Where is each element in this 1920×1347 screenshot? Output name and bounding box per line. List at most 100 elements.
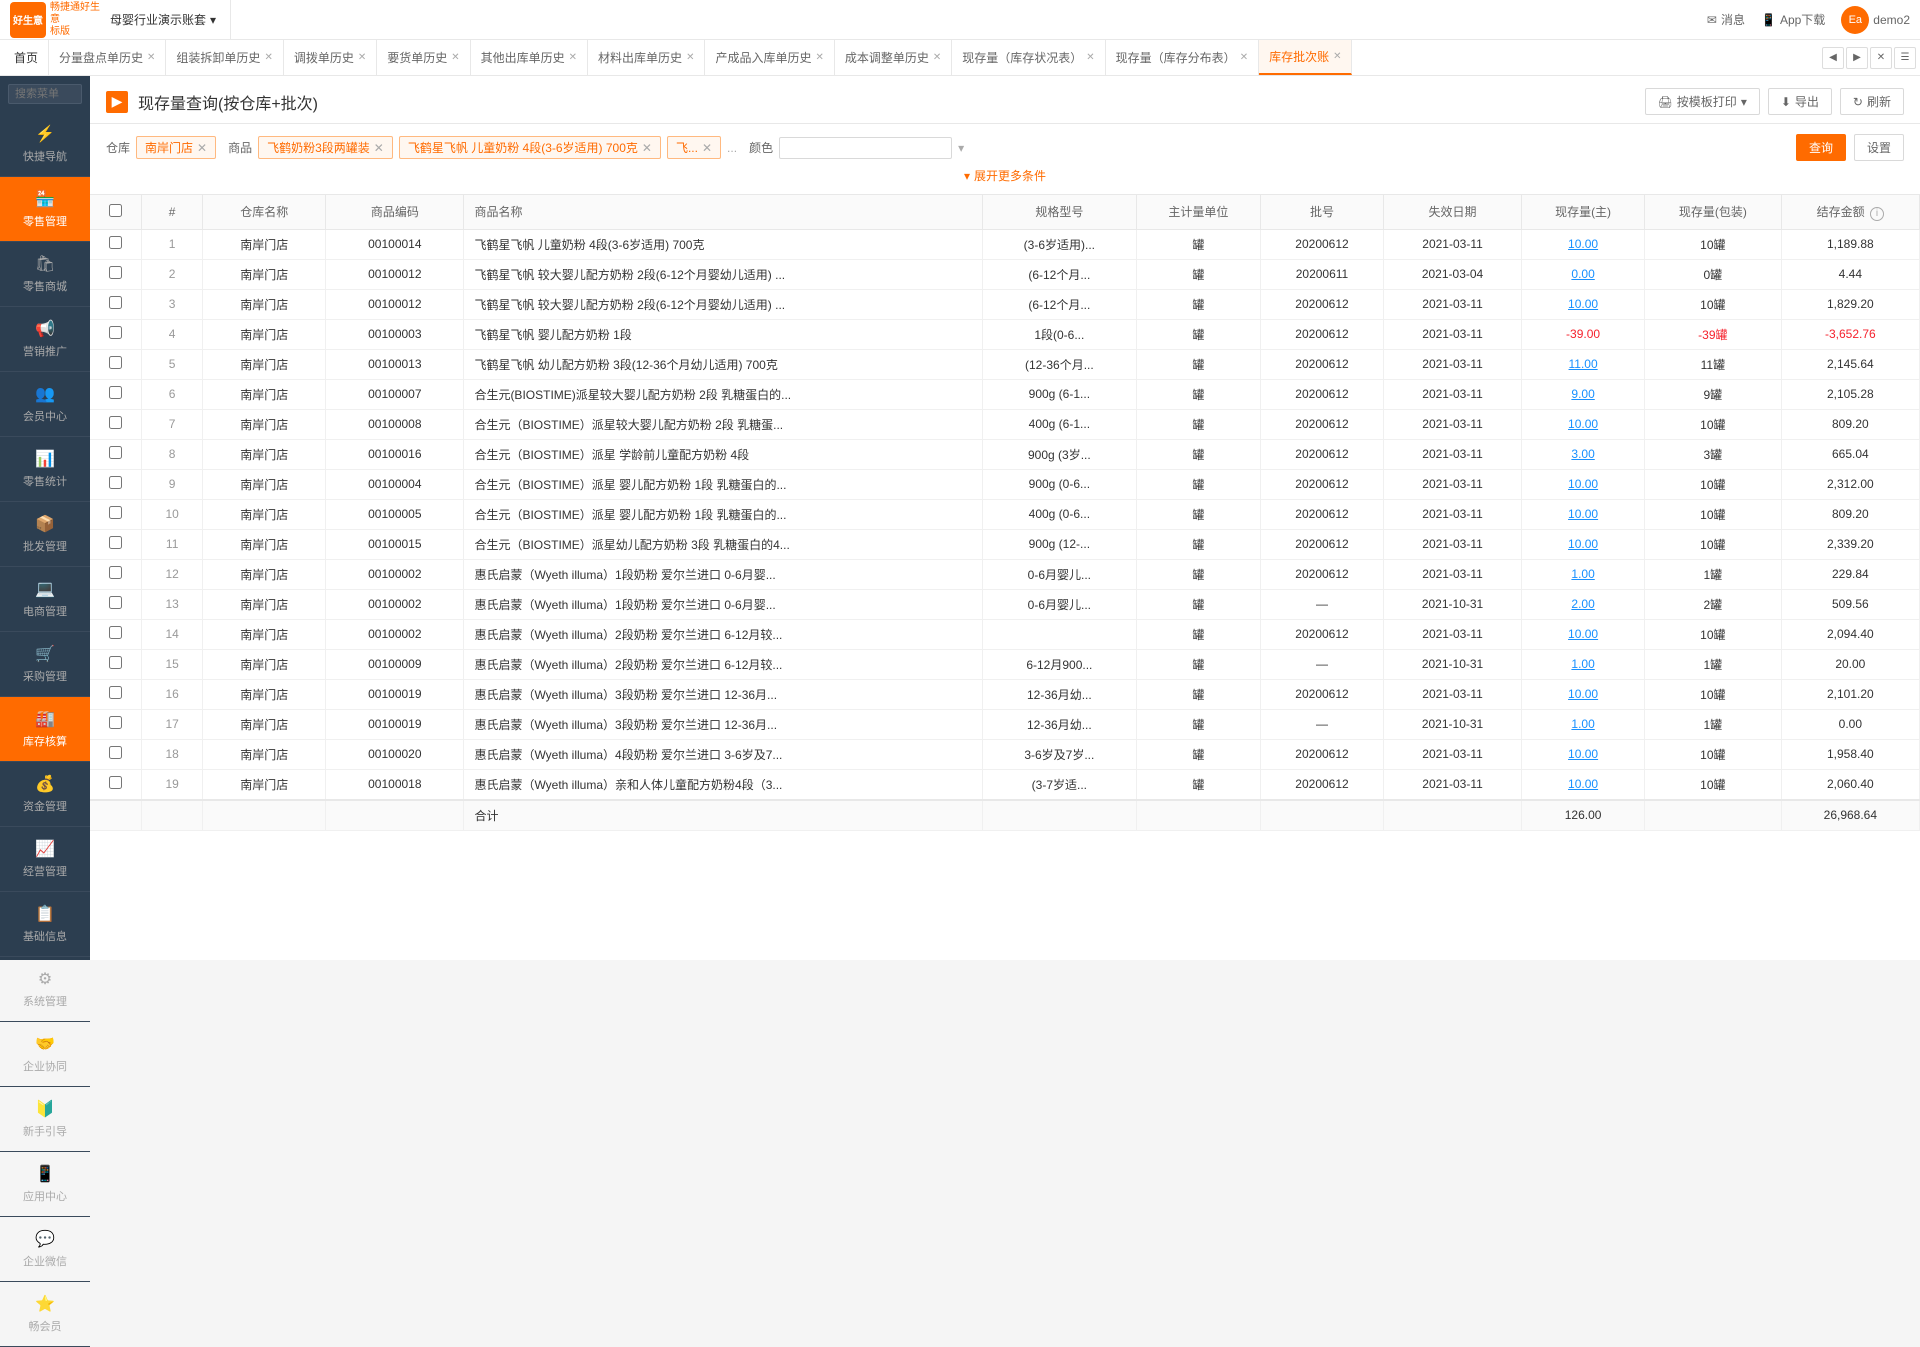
product-tag3-close[interactable]: ✕ xyxy=(702,141,712,155)
tab-close-all-btn[interactable]: ✕ xyxy=(1870,47,1892,69)
tab-other-out[interactable]: 其他出库单历史 ✕ xyxy=(471,40,588,75)
row-select-checkbox[interactable] xyxy=(109,296,122,309)
row-stock1[interactable]: 1.00 xyxy=(1522,559,1645,589)
product-filter-dots[interactable]: ... xyxy=(727,141,737,155)
row-stock1[interactable]: 10.00 xyxy=(1522,499,1645,529)
tab-disassemble[interactable]: 组装拆卸单历史 ✕ xyxy=(166,40,283,75)
tab-material-out[interactable]: 材料出库单历史 ✕ xyxy=(588,40,705,75)
sidebar-item-enterprise[interactable]: 🤝 企业协同 xyxy=(0,1022,90,1087)
tab-close-icon[interactable]: ✕ xyxy=(815,52,823,63)
row-select-checkbox[interactable] xyxy=(109,656,122,669)
row-stock1[interactable]: -39.00 xyxy=(1522,319,1645,349)
export-btn[interactable]: ⬇ 导出 xyxy=(1768,88,1832,115)
tab-close-icon[interactable]: ✕ xyxy=(1333,51,1341,62)
tab-close-icon[interactable]: ✕ xyxy=(686,52,694,63)
row-stock1[interactable]: 10.00 xyxy=(1522,739,1645,769)
query-btn[interactable]: 查询 xyxy=(1796,134,1846,161)
warehouse-tag[interactable]: 南岸门店 ✕ xyxy=(136,136,216,159)
tab-close-icon[interactable]: ✕ xyxy=(1240,52,1248,63)
tab-close-icon[interactable]: ✕ xyxy=(569,52,577,63)
row-stock1[interactable]: 9.00 xyxy=(1522,379,1645,409)
print-btn[interactable]: 🖨 按模板打印 ▾ xyxy=(1645,88,1760,115)
sidebar-item-marketing[interactable]: 📢 营销推广 xyxy=(0,307,90,372)
tab-cost-adjust[interactable]: 成本调整单历史 ✕ xyxy=(835,40,952,75)
product-tag1-close[interactable]: ✕ xyxy=(374,141,384,155)
org-selector[interactable]: 母婴行业演示账套 ▾ xyxy=(100,0,231,39)
row-select-checkbox[interactable] xyxy=(109,446,122,459)
expand-filter-btn[interactable]: ▶ xyxy=(106,91,128,113)
tab-close-icon[interactable]: ✕ xyxy=(1086,52,1094,63)
row-stock1[interactable]: 0.00 xyxy=(1522,259,1645,289)
tab-transfer[interactable]: 调拨单历史 ✕ xyxy=(284,40,377,75)
tab-home[interactable]: 首页 xyxy=(4,40,49,75)
product-tag-3[interactable]: 飞... ✕ xyxy=(667,136,721,159)
filter-expand-btn[interactable]: ▾ 展开更多条件 xyxy=(106,167,1904,184)
row-stock1[interactable]: 10.00 xyxy=(1522,289,1645,319)
row-stock1[interactable]: 10.00 xyxy=(1522,679,1645,709)
sidebar-item-inventory[interactable]: 🏭 库存核算 xyxy=(0,697,90,762)
row-select-checkbox[interactable] xyxy=(109,596,122,609)
row-stock1[interactable]: 10.00 xyxy=(1522,529,1645,559)
tab-close-icon[interactable]: ✕ xyxy=(451,52,459,63)
tab-batch-voucher[interactable]: 库存批次账 ✕ xyxy=(1259,40,1352,75)
refresh-btn[interactable]: ↻ 刷新 xyxy=(1840,88,1904,115)
row-stock1[interactable]: 10.00 xyxy=(1522,409,1645,439)
row-select-checkbox[interactable] xyxy=(109,746,122,759)
sidebar-item-finance[interactable]: 💰 资金管理 xyxy=(0,762,90,827)
product-tag-1[interactable]: 飞鹤奶粉3段两罐装 ✕ xyxy=(258,136,393,159)
tab-request[interactable]: 要货单历史 ✕ xyxy=(377,40,470,75)
product-tag-2[interactable]: 飞鹤星飞帆 儿童奶粉 4段(3-6岁适用) 700克 ✕ xyxy=(399,136,661,159)
row-select-checkbox[interactable] xyxy=(109,776,122,789)
user-menu[interactable]: Ea demo2 xyxy=(1841,6,1910,34)
row-select-checkbox[interactable] xyxy=(109,686,122,699)
row-stock1[interactable]: 10.00 xyxy=(1522,229,1645,259)
sidebar-item-apps[interactable]: 📱 应用中心 xyxy=(0,1152,90,1217)
row-stock1[interactable]: 2.00 xyxy=(1522,589,1645,619)
sidebar-item-basic[interactable]: 📋 基础信息 xyxy=(0,892,90,957)
row-stock1[interactable]: 11.00 xyxy=(1522,349,1645,379)
sidebar-item-wholesale[interactable]: 📦 批发管理 xyxy=(0,502,90,567)
tab-prev-btn[interactable]: ◀ xyxy=(1822,47,1844,69)
sidebar-item-ecommerce[interactable]: 💻 电商管理 xyxy=(0,567,90,632)
product-tag2-close[interactable]: ✕ xyxy=(642,141,652,155)
row-select-checkbox[interactable] xyxy=(109,536,122,549)
row-stock1[interactable]: 10.00 xyxy=(1522,769,1645,800)
search-input[interactable] xyxy=(8,84,82,104)
setting-btn[interactable]: 设置 xyxy=(1854,134,1904,161)
sidebar-item-vip[interactable]: ⭐ 畅会员 xyxy=(0,1282,90,1347)
row-stock1[interactable]: 1.00 xyxy=(1522,649,1645,679)
row-select-checkbox[interactable] xyxy=(109,716,122,729)
row-select-checkbox[interactable] xyxy=(109,416,122,429)
row-select-checkbox[interactable] xyxy=(109,566,122,579)
tab-close-icon[interactable]: ✕ xyxy=(933,52,941,63)
tab-product-in[interactable]: 产成品入库单历史 ✕ xyxy=(705,40,834,75)
sidebar-item-system[interactable]: ⚙ 系统管理 xyxy=(0,957,90,1022)
tab-close-icon[interactable]: ✕ xyxy=(264,52,272,63)
sidebar-item-retail-stats[interactable]: 📊 零售统计 xyxy=(0,437,90,502)
balance-info-icon[interactable]: i xyxy=(1870,207,1884,221)
row-stock1[interactable]: 10.00 xyxy=(1522,619,1645,649)
messages-btn[interactable]: ✉ 消息 xyxy=(1707,11,1745,28)
tab-split-inventory[interactable]: 分量盘点单历史 ✕ xyxy=(49,40,166,75)
sidebar-item-corp-wechat[interactable]: 💬 企业微信 xyxy=(0,1217,90,1282)
color-filter-input[interactable] xyxy=(779,137,952,159)
sidebar-item-member[interactable]: 👥 会员中心 xyxy=(0,372,90,437)
row-stock1[interactable]: 1.00 xyxy=(1522,709,1645,739)
sidebar-item-shortcut[interactable]: ⚡ 快捷导航 xyxy=(0,112,90,177)
tab-stock-dist[interactable]: 现存量（库存分布表） ✕ xyxy=(1106,40,1259,75)
tab-close-icon[interactable]: ✕ xyxy=(358,52,366,63)
row-select-checkbox[interactable] xyxy=(109,476,122,489)
tab-close-icon[interactable]: ✕ xyxy=(147,52,155,63)
tab-menu-btn[interactable]: ☰ xyxy=(1894,47,1916,69)
row-select-checkbox[interactable] xyxy=(109,506,122,519)
row-select-checkbox[interactable] xyxy=(109,356,122,369)
sidebar-item-purchase[interactable]: 🛒 采购管理 xyxy=(0,632,90,697)
select-all-checkbox[interactable] xyxy=(109,204,122,217)
color-filter-dropdown-icon[interactable]: ▾ xyxy=(958,141,964,155)
row-select-checkbox[interactable] xyxy=(109,236,122,249)
sidebar-item-retail[interactable]: 🏪 零售管理 xyxy=(0,177,90,242)
tab-next-btn[interactable]: ▶ xyxy=(1846,47,1868,69)
row-stock1[interactable]: 3.00 xyxy=(1522,439,1645,469)
sidebar-item-guide[interactable]: 🔰 新手引导 xyxy=(0,1087,90,1152)
sidebar-item-operations[interactable]: 📈 经营管理 xyxy=(0,827,90,892)
